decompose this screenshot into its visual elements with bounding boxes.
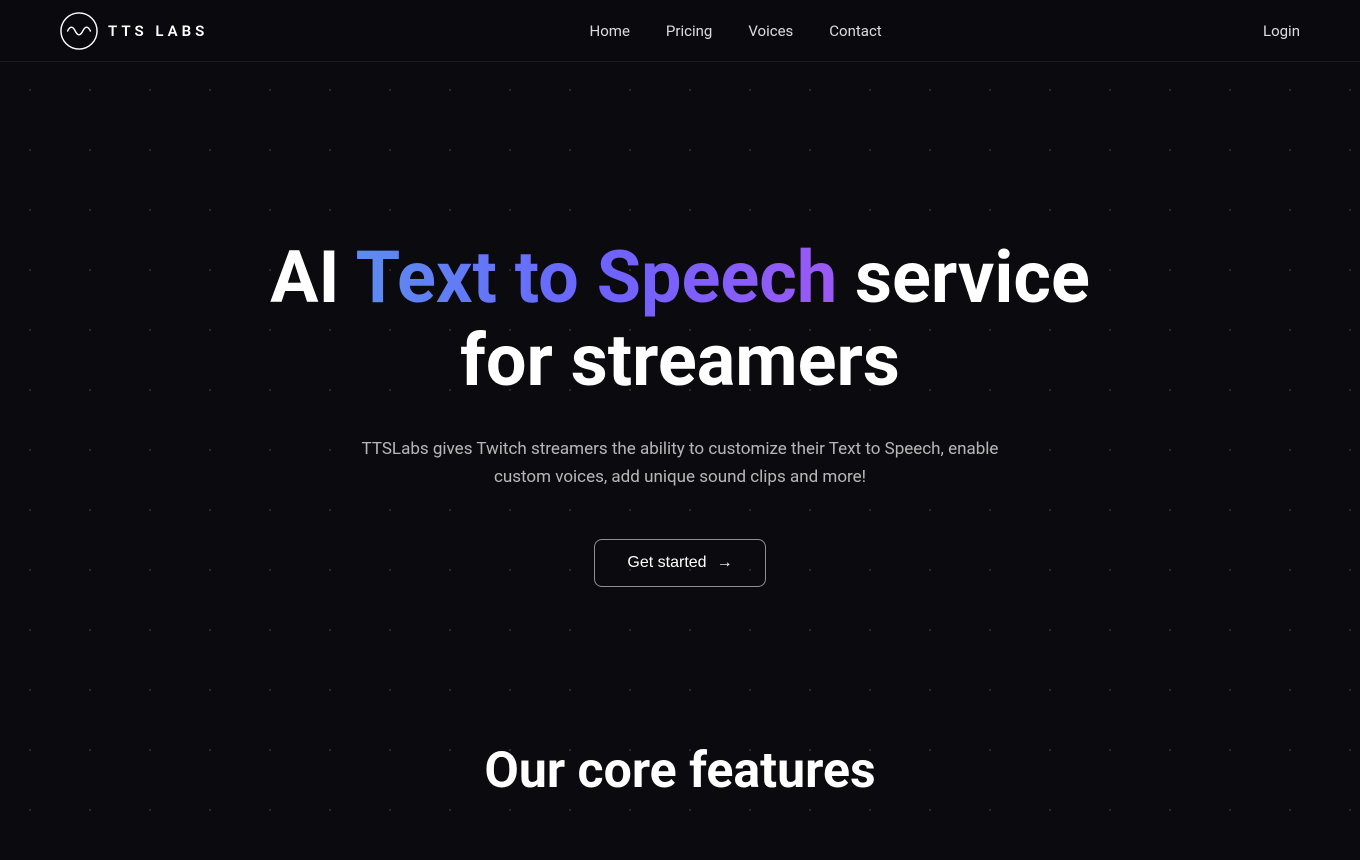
hero-title-gradient: Text to Speech — [356, 235, 838, 320]
nav-link-contact[interactable]: Contact — [829, 22, 881, 40]
nav-item-voices[interactable]: Voices — [748, 21, 793, 40]
nav-link-pricing[interactable]: Pricing — [666, 22, 712, 40]
logo-text: TTS LABS — [108, 22, 208, 40]
nav-item-contact[interactable]: Contact — [829, 21, 881, 40]
hero-title: AI Text to Speech service for streamers — [230, 237, 1130, 403]
logo[interactable]: TTS LABS — [60, 12, 208, 50]
cta-arrow: → — [717, 554, 733, 572]
hero-title-prefix: AI — [270, 235, 355, 320]
nav-item-pricing[interactable]: Pricing — [666, 21, 712, 40]
nav-item-home[interactable]: Home — [590, 21, 630, 40]
nav-link-home[interactable]: Home — [590, 22, 630, 40]
get-started-button[interactable]: Get started → — [594, 539, 765, 587]
login-button[interactable]: Login — [1263, 22, 1300, 40]
nav-link-voices[interactable]: Voices — [748, 22, 793, 40]
navbar: TTS LABS Home Pricing Voices Contact Log… — [0, 0, 1360, 62]
hero-section: AI Text to Speech service for streamers … — [0, 62, 1360, 722]
cta-label: Get started — [627, 554, 706, 572]
features-section: Our core features — [0, 722, 1360, 860]
features-title: Our core features — [40, 742, 1320, 800]
nav-links: Home Pricing Voices Contact — [590, 21, 882, 40]
logo-icon — [60, 12, 98, 50]
hero-subtitle: TTSLabs gives Twitch streamers the abili… — [360, 435, 1000, 491]
